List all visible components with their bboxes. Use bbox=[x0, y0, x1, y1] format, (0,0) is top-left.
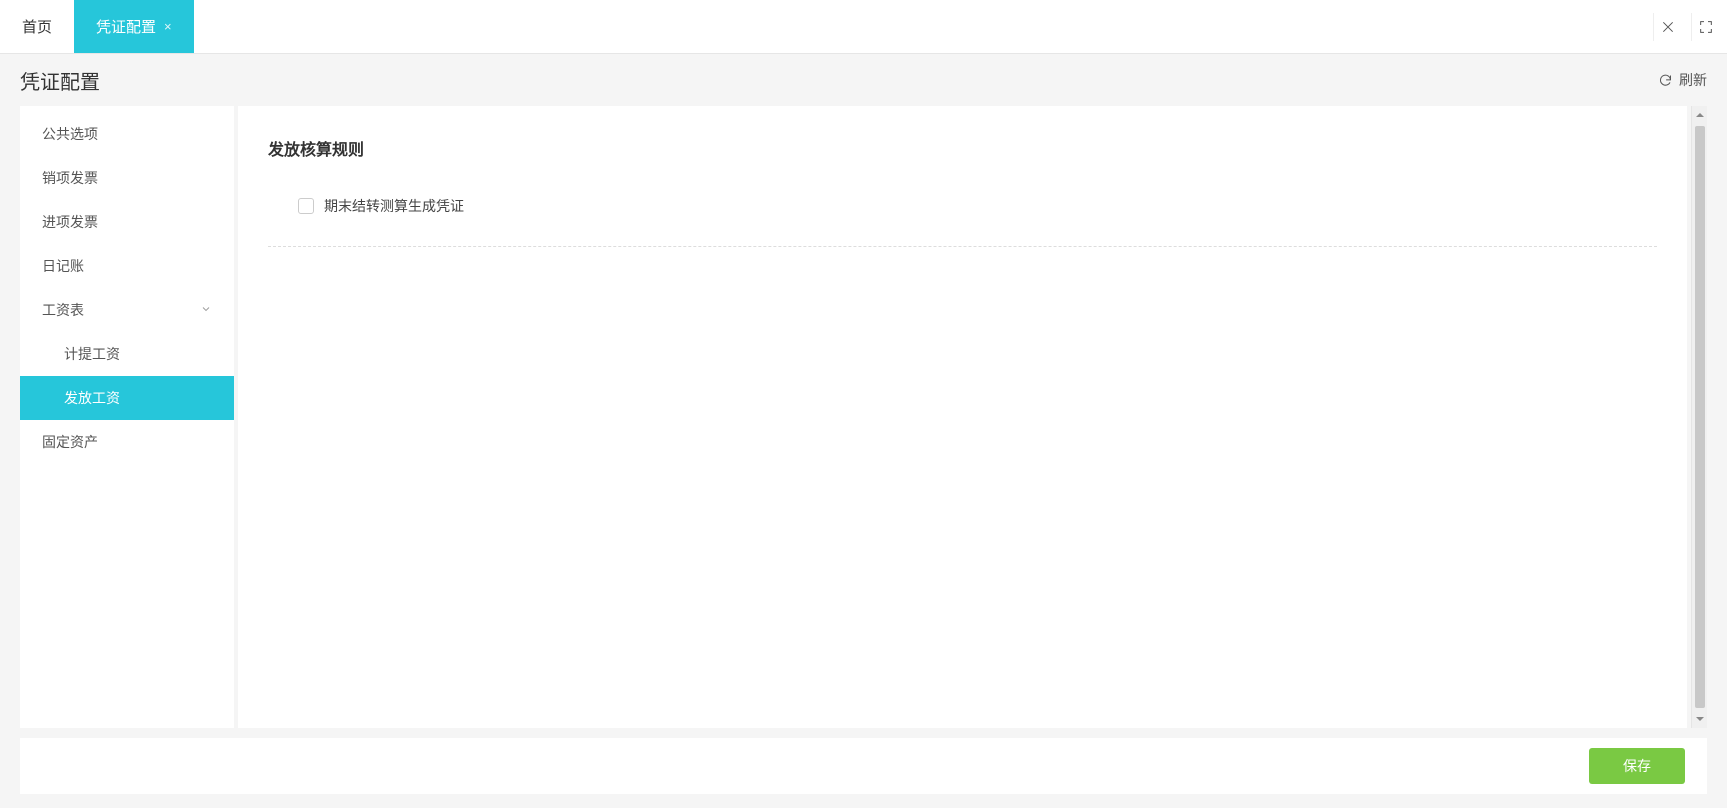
footer-bar: 保存 bbox=[20, 738, 1707, 794]
section-title: 发放核算规则 bbox=[268, 136, 1657, 160]
sidebar-item-output-invoice[interactable]: 销项发票 bbox=[20, 156, 234, 200]
tab-bar: 首页 凭证配置 × bbox=[0, 0, 1727, 54]
save-label: 保存 bbox=[1623, 758, 1651, 774]
sidebar-item-accrue-salary[interactable]: 计提工资 bbox=[20, 332, 234, 376]
close-all-button[interactable] bbox=[1653, 13, 1681, 41]
body-row: 公共选项 销项发票 进项发票 日记账 工资表 计提工资 发放工资 固定资产 发放… bbox=[0, 106, 1727, 728]
refresh-label: 刷新 bbox=[1679, 70, 1707, 90]
sidebar-item-fixed-assets[interactable]: 固定资产 bbox=[20, 420, 234, 464]
page-title: 凭证配置 bbox=[20, 66, 1658, 95]
close-icon bbox=[1660, 19, 1676, 35]
tab-bar-actions bbox=[1653, 0, 1719, 53]
scroll-up-arrow[interactable] bbox=[1692, 106, 1707, 124]
sidebar-item-label: 工资表 bbox=[42, 300, 84, 320]
sidebar-item-journal[interactable]: 日记账 bbox=[20, 244, 234, 288]
scroll-thumb[interactable] bbox=[1695, 126, 1705, 708]
tab-voucher-config[interactable]: 凭证配置 × bbox=[74, 0, 194, 53]
scrollbar[interactable] bbox=[1691, 106, 1707, 728]
tab-label: 首页 bbox=[22, 16, 52, 37]
sidebar-item-label: 计提工资 bbox=[64, 344, 120, 364]
content-panel: 发放核算规则 期末结转测算生成凭证 bbox=[238, 106, 1687, 728]
sidebar-item-label: 固定资产 bbox=[42, 432, 98, 452]
tab-label: 凭证配置 bbox=[96, 16, 156, 37]
sidebar: 公共选项 销项发票 进项发票 日记账 工资表 计提工资 发放工资 固定资产 bbox=[20, 106, 234, 728]
sidebar-item-label: 日记账 bbox=[42, 256, 84, 276]
page-subheader: 凭证配置 刷新 bbox=[0, 54, 1727, 106]
close-icon[interactable]: × bbox=[164, 19, 172, 34]
refresh-icon bbox=[1658, 73, 1673, 88]
rule-checkbox[interactable] bbox=[298, 198, 314, 214]
sidebar-item-public-options[interactable]: 公共选项 bbox=[20, 112, 234, 156]
tab-home[interactable]: 首页 bbox=[0, 0, 74, 53]
scroll-down-arrow[interactable] bbox=[1692, 710, 1707, 728]
fullscreen-button[interactable] bbox=[1691, 13, 1719, 41]
sidebar-item-label: 发放工资 bbox=[64, 388, 120, 408]
refresh-button[interactable]: 刷新 bbox=[1658, 70, 1707, 90]
sidebar-item-input-invoice[interactable]: 进项发票 bbox=[20, 200, 234, 244]
rule-label: 期末结转测算生成凭证 bbox=[324, 196, 464, 216]
rule-row: 期末结转测算生成凭证 bbox=[268, 196, 1657, 216]
sidebar-item-payroll[interactable]: 工资表 bbox=[20, 288, 234, 332]
chevron-down-icon bbox=[200, 302, 212, 318]
save-button[interactable]: 保存 bbox=[1589, 748, 1685, 784]
fullscreen-icon bbox=[1698, 19, 1714, 35]
sidebar-item-label: 进项发票 bbox=[42, 212, 98, 232]
sidebar-item-label: 公共选项 bbox=[42, 124, 98, 144]
divider bbox=[268, 246, 1657, 247]
sidebar-item-pay-salary[interactable]: 发放工资 bbox=[20, 376, 234, 420]
sidebar-item-label: 销项发票 bbox=[42, 168, 98, 188]
